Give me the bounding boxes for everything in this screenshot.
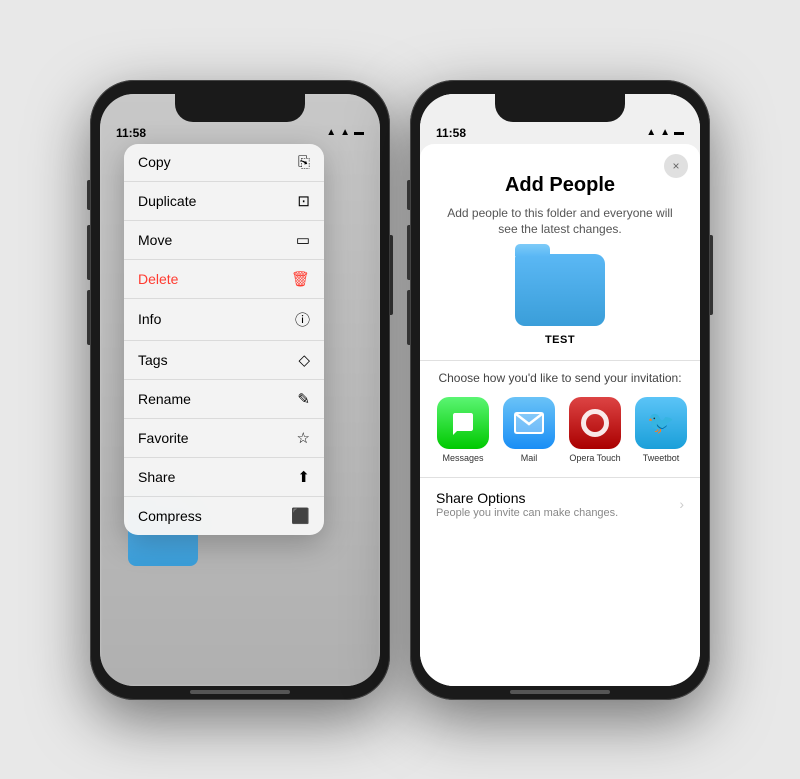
sheet-title: Add People [420,174,700,197]
menu-item-delete-label: Delete [138,271,178,287]
menu-item-delete[interactable]: Delete 🗑 [124,260,324,299]
notch-2 [495,94,625,122]
delete-icon: 🗑 [291,270,310,288]
time-1: 11:58 [116,126,146,140]
add-people-sheet: × Add People Add people to this folder a… [420,144,700,686]
wifi-icon-1: ▲ [340,127,350,138]
status-icons-1: ▲ ▲ ▬ [326,127,364,138]
wifi-icon-2: ▲ [660,127,670,138]
phone-2: 11:58 ▲ ▲ ▬ ‹ Search × Add People Add pe… [410,80,710,700]
app-mail[interactable]: Mail [502,397,556,463]
tags-icon: ◇ [298,351,310,369]
battery-icon-2: ▬ [674,127,684,138]
menu-item-rename[interactable]: Rename ✎ [124,380,324,419]
menu-item-copy[interactable]: Copy ⎘ [124,144,324,182]
menu-item-duplicate-label: Duplicate [138,193,196,209]
share-options-subtitle: People you invite can make changes. [436,507,618,519]
phone-1: 11:58 ▲ ▲ ▬ ‹ Search Copy ⎘ Duplicate ⊡ … [90,80,390,700]
battery-icon-1: ▬ [354,127,364,138]
close-icon: × [672,159,679,173]
chevron-right-icon: › [679,496,684,512]
tweetbot-label: Tweetbot [643,453,680,463]
move-icon: ▭ [296,231,310,249]
share-icon: ⬆ [297,468,310,486]
phone2-screen: 11:58 ▲ ▲ ▬ ‹ Search × Add People Add pe… [420,94,700,686]
share-options-row[interactable]: Share Options People you invite can make… [420,477,700,531]
menu-item-move-label: Move [138,232,172,248]
messages-label: Messages [442,453,483,463]
menu-item-favorite[interactable]: Favorite ☆ [124,419,324,458]
app-messages[interactable]: Messages [436,397,490,463]
share-options-left: Share Options People you invite can make… [436,490,618,519]
tweetbot-icon: 🐦 [635,397,687,449]
opera-touch-label: Opera Touch [569,453,620,463]
menu-item-rename-label: Rename [138,391,191,407]
app-opera-touch[interactable]: Opera Touch [568,397,622,463]
signal-icon-2: ▲ [646,127,656,138]
context-menu: Copy ⎘ Duplicate ⊡ Move ▭ Delete 🗑 Info … [124,144,324,535]
favorite-icon: ☆ [297,429,310,447]
notch [175,94,305,122]
duplicate-icon: ⊡ [297,192,310,210]
menu-item-info-label: Info [138,311,161,327]
menu-item-favorite-label: Favorite [138,430,189,446]
sheet-close-button[interactable]: × [664,154,688,178]
menu-item-tags-label: Tags [138,352,168,368]
time-2: 11:58 [436,126,466,140]
rename-icon: ✎ [297,390,310,408]
copy-icon: ⎘ [298,154,310,171]
folder-shape [515,254,605,326]
sheet-folder: TEST [420,254,700,346]
signal-icon-1: ▲ [326,127,336,138]
menu-item-info[interactable]: Info ⓘ [124,299,324,341]
mail-label: Mail [521,453,538,463]
sheet-subtitle: Add people to this folder and everyone w… [440,205,680,239]
share-options-title: Share Options [436,490,618,506]
opera-touch-icon [569,397,621,449]
phone1-screen: 11:58 ▲ ▲ ▬ ‹ Search Copy ⎘ Duplicate ⊡ … [100,94,380,686]
mail-icon [503,397,555,449]
home-bar-1 [190,690,290,694]
home-bar-2 [510,690,610,694]
menu-item-move[interactable]: Move ▭ [124,221,324,260]
folder-label: TEST [545,334,575,346]
messages-icon [437,397,489,449]
choose-text: Choose how you'd like to send your invit… [420,371,700,385]
menu-item-compress[interactable]: Compress ⬛ [124,497,324,535]
app-tweetbot[interactable]: 🐦 Tweetbot [634,397,688,463]
menu-item-share[interactable]: Share ⬆ [124,458,324,497]
info-icon: ⓘ [295,309,310,330]
menu-item-copy-label: Copy [138,154,171,170]
menu-item-compress-label: Compress [138,508,202,524]
menu-item-share-label: Share [138,469,175,485]
menu-item-tags[interactable]: Tags ◇ [124,341,324,380]
menu-item-duplicate[interactable]: Duplicate ⊡ [124,182,324,221]
share-apps-row: Messages Mail Op [420,397,700,463]
folder-tab [515,244,550,256]
status-icons-2: ▲ ▲ ▬ [646,127,684,138]
compress-icon: ⬛ [291,507,310,525]
divider-1 [420,360,700,361]
